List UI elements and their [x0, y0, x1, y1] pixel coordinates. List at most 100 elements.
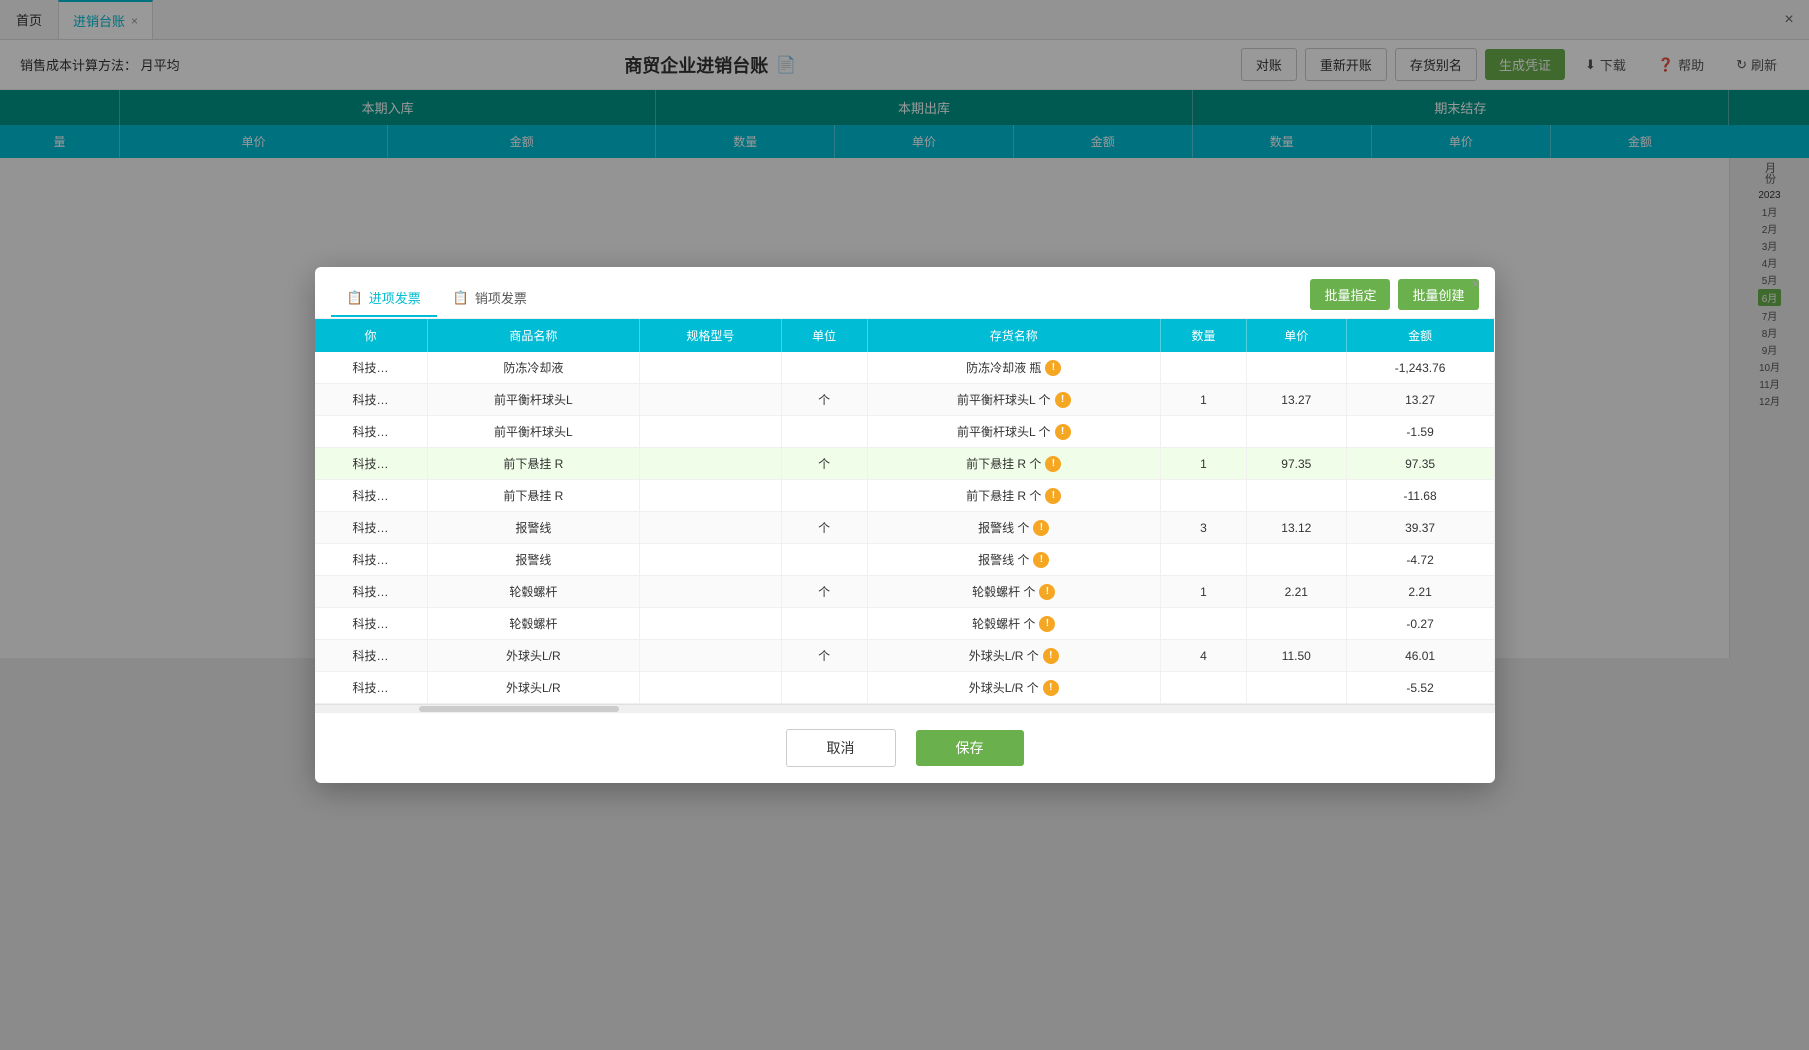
tab-sales-invoice[interactable]: 📋 销项发票 [437, 280, 543, 317]
scrollbar-thumb[interactable] [419, 706, 619, 712]
table-row: 科技…轮毂螺杆个轮毂螺杆 个 !12.212.21 [315, 576, 1495, 608]
cell-inventory: 外球头L/R 个 ! [867, 672, 1161, 704]
th-inventory-name: 存货名称 [867, 319, 1161, 352]
table-row: 科技…外球头L/R 外球头L/R 个 ! -5.52 [315, 672, 1495, 704]
cell-amount: 13.27 [1346, 384, 1494, 416]
dialog-close-button[interactable]: × [1471, 277, 1480, 293]
cell-supplier: 科技… [315, 608, 428, 640]
cell-inventory: 外球头L/R 个 ! [867, 640, 1161, 672]
cell-price [1246, 416, 1346, 448]
cell-product-name: 轮毂螺杆 [427, 576, 640, 608]
cell-qty [1161, 480, 1247, 512]
cancel-button[interactable]: 取消 [786, 729, 896, 767]
cell-spec [640, 544, 782, 576]
cell-supplier: 科技… [315, 640, 428, 672]
cell-inventory: 轮毂螺杆 个 ! [867, 576, 1161, 608]
cell-qty [1161, 544, 1247, 576]
cell-inventory: 报警线 个 ! [867, 544, 1161, 576]
cell-unit: 个 [781, 384, 867, 416]
table-row: 科技…前平衡杆球头L前平衡杆球头L 个 !-1.59 [315, 416, 1495, 448]
cell-qty: 1 [1161, 576, 1247, 608]
batch-create-button[interactable]: 批量创建 [1398, 279, 1478, 310]
purchase-invoice-icon: 📋 [347, 290, 363, 306]
cell-price [1246, 352, 1346, 384]
dialog-actions: 批量指定 批量创建 [1310, 279, 1478, 318]
modal-overlay[interactable]: 📋 进项发票 📋 销项发票 批量指定 批量创建 × 你 商品名称 [0, 0, 1809, 1050]
dialog-header: 📋 进项发票 📋 销项发票 批量指定 批量创建 × [315, 267, 1495, 319]
dialog: 📋 进项发票 📋 销项发票 批量指定 批量创建 × 你 商品名称 [315, 267, 1495, 783]
cell-spec [640, 352, 782, 384]
cell-price: 11.50 [1246, 640, 1346, 672]
table-row: 科技…前下悬挂 R前下悬挂 R 个 !-11.68 [315, 480, 1495, 512]
warn-icon: ! [1055, 424, 1071, 440]
cell-spec [640, 480, 782, 512]
cell-amount: -5.52 [1346, 672, 1494, 704]
cell-amount: -0.27 [1346, 608, 1494, 640]
cell-spec [640, 384, 782, 416]
table-row: 科技…前下悬挂 R个前下悬挂 R 个 !197.3597.35 [315, 448, 1495, 480]
cell-amount: 46.01 [1346, 640, 1494, 672]
cell-amount: -1.59 [1346, 416, 1494, 448]
cell-unit [781, 608, 867, 640]
save-button[interactable]: 保存 [916, 730, 1024, 766]
cell-product-name: 前平衡杆球头L [427, 384, 640, 416]
cell-inventory: 防冻冷却液 瓶 ! [867, 352, 1161, 384]
cell-spec [640, 416, 782, 448]
cell-supplier: 科技… [315, 352, 428, 384]
table-row: 科技…轮毂螺杆 轮毂螺杆 个 ! -0.27 [315, 608, 1495, 640]
cell-qty: 4 [1161, 640, 1247, 672]
cell-spec [640, 640, 782, 672]
sales-invoice-icon: 📋 [453, 290, 469, 306]
cell-spec [640, 448, 782, 480]
cell-inventory: 前平衡杆球头L 个 ! [867, 384, 1161, 416]
cell-supplier: 科技… [315, 480, 428, 512]
cell-unit [781, 544, 867, 576]
th-spec: 规格型号 [640, 319, 782, 352]
cell-amount: 97.35 [1346, 448, 1494, 480]
cell-unit: 个 [781, 640, 867, 672]
warn-icon: ! [1045, 360, 1061, 376]
cell-product-name: 轮毂螺杆 [427, 608, 640, 640]
cell-supplier: 科技… [315, 576, 428, 608]
cell-inventory: 前下悬挂 R 个 ! [867, 448, 1161, 480]
dialog-close-icon: × [1471, 276, 1480, 293]
cell-inventory: 轮毂螺杆 个 ! [867, 608, 1161, 640]
cell-qty [1161, 416, 1247, 448]
cell-inventory: 报警线 个 ! [867, 512, 1161, 544]
cell-amount: -4.72 [1346, 544, 1494, 576]
warn-icon: ! [1043, 648, 1059, 664]
cell-product-name: 外球头L/R [427, 672, 640, 704]
cell-supplier: 科技… [315, 416, 428, 448]
cell-product-name: 前下悬挂 R [427, 448, 640, 480]
cell-amount: -11.68 [1346, 480, 1494, 512]
warn-icon: ! [1043, 680, 1059, 696]
cell-spec [640, 576, 782, 608]
cell-supplier: 科技… [315, 448, 428, 480]
horizontal-scrollbar[interactable] [315, 704, 1495, 712]
warn-icon: ! [1055, 392, 1071, 408]
th-col1: 你 [315, 319, 428, 352]
cell-inventory: 前下悬挂 R 个 ! [867, 480, 1161, 512]
warn-icon: ! [1033, 520, 1049, 536]
cell-supplier: 科技… [315, 672, 428, 704]
batch-assign-button[interactable]: 批量指定 [1310, 279, 1390, 310]
cell-product-name: 报警线 [427, 544, 640, 576]
cell-product-name: 报警线 [427, 512, 640, 544]
cell-inventory: 前平衡杆球头L 个 ! [867, 416, 1161, 448]
table-row: 科技…外球头L/R个外球头L/R 个 !411.5046.01 [315, 640, 1495, 672]
cell-unit: 个 [781, 448, 867, 480]
cell-unit: 个 [781, 512, 867, 544]
cell-spec [640, 512, 782, 544]
dialog-footer: 取消 保存 [315, 712, 1495, 783]
cell-price: 2.21 [1246, 576, 1346, 608]
cell-price [1246, 608, 1346, 640]
cell-product-name: 防冻冷却液 [427, 352, 640, 384]
tab-purchase-invoice[interactable]: 📋 进项发票 [331, 280, 437, 317]
cell-qty [1161, 608, 1247, 640]
th-unit: 单位 [781, 319, 867, 352]
cell-supplier: 科技… [315, 544, 428, 576]
cell-price [1246, 672, 1346, 704]
dialog-table: 你 商品名称 规格型号 单位 存货名称 数量 单价 金额 科技…防冻冷却液防冻冷… [315, 319, 1495, 704]
warn-icon: ! [1045, 456, 1061, 472]
warn-icon: ! [1039, 616, 1055, 632]
